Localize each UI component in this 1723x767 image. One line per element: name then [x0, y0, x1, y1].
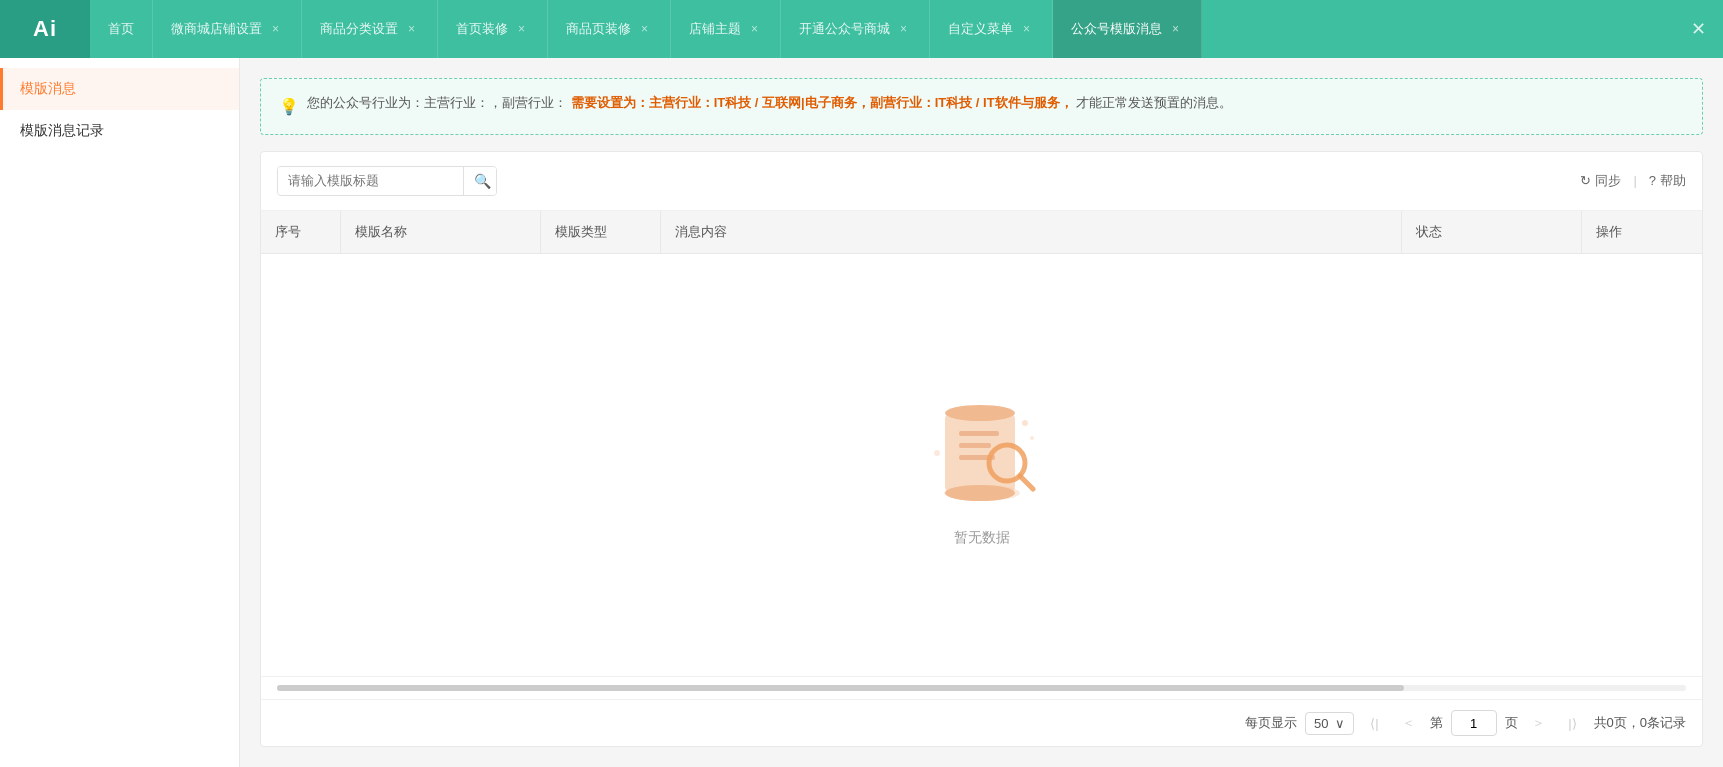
tab-close-shop-theme[interactable]: ×: [747, 20, 762, 38]
tab-label-template-msg: 公众号模版消息: [1071, 20, 1162, 38]
tab-label-shop-theme: 店铺主题: [689, 20, 741, 38]
tab-home[interactable]: 首页: [90, 0, 153, 58]
svg-line-8: [1020, 476, 1033, 489]
help-icon: ?: [1649, 173, 1656, 188]
col-content: 消息内容: [661, 211, 1402, 253]
sidebar-item-template-msg-log[interactable]: 模版消息记录: [0, 110, 239, 152]
col-status: 状态: [1402, 211, 1582, 253]
search-button[interactable]: 🔍: [463, 167, 497, 195]
last-page-button[interactable]: |⟩: [1560, 710, 1586, 736]
page-size-chevron-icon: ∨: [1335, 716, 1345, 731]
topbar: Ai 首页微商城店铺设置×商品分类设置×首页装修×商品页装修×店铺主题×开通公众…: [0, 0, 1723, 58]
search-input[interactable]: [278, 167, 463, 194]
notice-prefix: 您的公众号行业为：主营行业：，副营行业：: [307, 95, 567, 110]
svg-point-3: [945, 485, 1015, 501]
main-layout: 模版消息模版消息记录 💡 您的公众号行业为：主营行业：，副营行业： 需要设置为：…: [0, 58, 1723, 767]
content-area: 💡 您的公众号行业为：主营行业：，副营行业： 需要设置为：主营行业：IT科技 /…: [240, 58, 1723, 767]
tab-label-homepage-decor: 首页装修: [456, 20, 508, 38]
col-index: 序号: [261, 211, 341, 253]
sidebar-label-template-msg-log: 模版消息记录: [20, 122, 104, 138]
help-button[interactable]: ? 帮助: [1649, 172, 1686, 190]
tab-label-custom-menu: 自定义菜单: [948, 20, 1013, 38]
tab-label-home: 首页: [108, 20, 134, 38]
svg-point-2: [945, 405, 1015, 421]
tab-open-mall[interactable]: 开通公众号商城 ×: [781, 0, 930, 58]
tab-weshop-settings[interactable]: 微商城店铺设置 ×: [153, 0, 302, 58]
tab-homepage-decor[interactable]: 首页装修 ×: [438, 0, 548, 58]
tab-close-homepage-decor[interactable]: ×: [514, 20, 529, 38]
next-page-button[interactable]: ＞: [1526, 710, 1552, 736]
divider: |: [1633, 173, 1636, 188]
tab-custom-menu[interactable]: 自定义菜单 ×: [930, 0, 1053, 58]
notice-highlight: 需要设置为：主营行业：IT科技 / 互联网|电子商务，副营行业：IT科技 / I…: [571, 95, 1073, 110]
tab-product-category[interactable]: 商品分类设置 ×: [302, 0, 438, 58]
sync-label: 同步: [1595, 172, 1621, 190]
page-suffix: 页: [1505, 714, 1518, 732]
col-name: 模版名称: [341, 211, 541, 253]
svg-point-10: [1030, 436, 1034, 440]
col-actions: 操作: [1582, 211, 1702, 253]
tab-label-open-mall: 开通公众号商城: [799, 20, 890, 38]
search-actions: ↻ 同步 | ? 帮助: [1580, 172, 1686, 190]
svg-rect-4: [959, 431, 999, 436]
tab-close-open-mall[interactable]: ×: [896, 20, 911, 38]
help-label: 帮助: [1660, 172, 1686, 190]
tab-label-product-category: 商品分类设置: [320, 20, 398, 38]
tab-close-product-category[interactable]: ×: [404, 20, 419, 38]
tab-close-custom-menu[interactable]: ×: [1019, 20, 1034, 38]
svg-rect-5: [959, 443, 991, 448]
tab-product-page-decor[interactable]: 商品页装修 ×: [548, 0, 671, 58]
sync-icon: ↻: [1580, 173, 1591, 188]
page-size-select[interactable]: 50 ∨: [1305, 712, 1353, 735]
notice-icon: 💡: [279, 94, 299, 120]
empty-text: 暂无数据: [954, 529, 1010, 547]
tab-list: 首页微商城店铺设置×商品分类设置×首页装修×商品页装修×店铺主题×开通公众号商城…: [90, 0, 1673, 58]
tab-close-product-page-decor[interactable]: ×: [637, 20, 652, 38]
notice-suffix: 才能正常发送预置的消息。: [1076, 95, 1232, 110]
page-total: 共0页，0条记录: [1594, 714, 1686, 732]
empty-state: 暂无数据: [261, 254, 1702, 676]
page-size-value: 50: [1314, 716, 1328, 731]
svg-point-11: [934, 450, 940, 456]
horizontal-scrollbar[interactable]: [261, 676, 1702, 699]
pagination: 每页显示 50 ∨ ⟨| ＜ 第 页 ＞ |⟩ 共0页，0条记录: [261, 699, 1702, 746]
page-prefix: 第: [1430, 714, 1443, 732]
col-type: 模版类型: [541, 211, 661, 253]
table-header: 序号 模版名称 模版类型 消息内容 状态 操作: [261, 211, 1702, 254]
empty-illustration: [917, 383, 1047, 513]
first-page-button[interactable]: ⟨|: [1362, 710, 1388, 736]
search-bar: 🔍 ↻ 同步 | ? 帮助: [261, 152, 1702, 211]
tab-shop-theme[interactable]: 店铺主题 ×: [671, 0, 781, 58]
table-section: 🔍 ↻ 同步 | ? 帮助 序号 模版名称 模版: [260, 151, 1703, 747]
page-number-input[interactable]: [1451, 710, 1497, 736]
svg-point-9: [1022, 420, 1028, 426]
tab-label-product-page-decor: 商品页装修: [566, 20, 631, 38]
search-field-wrapper: 🔍: [277, 166, 497, 196]
sidebar-item-template-msg[interactable]: 模版消息: [0, 68, 239, 110]
logo: Ai: [0, 0, 90, 58]
tab-label-weshop-settings: 微商城店铺设置: [171, 20, 262, 38]
tab-close-weshop-settings[interactable]: ×: [268, 20, 283, 38]
tab-template-msg[interactable]: 公众号模版消息 ×: [1053, 0, 1202, 58]
prev-page-button[interactable]: ＜: [1396, 710, 1422, 736]
window-close-button[interactable]: ✕: [1673, 0, 1723, 58]
tab-close-template-msg[interactable]: ×: [1168, 20, 1183, 38]
sidebar-label-template-msg: 模版消息: [20, 80, 76, 96]
notice-box: 💡 您的公众号行业为：主营行业：，副营行业： 需要设置为：主营行业：IT科技 /…: [260, 78, 1703, 135]
sync-button[interactable]: ↻ 同步: [1580, 172, 1621, 190]
page-size-label: 每页显示: [1245, 714, 1297, 732]
sidebar: 模版消息模版消息记录: [0, 58, 240, 767]
